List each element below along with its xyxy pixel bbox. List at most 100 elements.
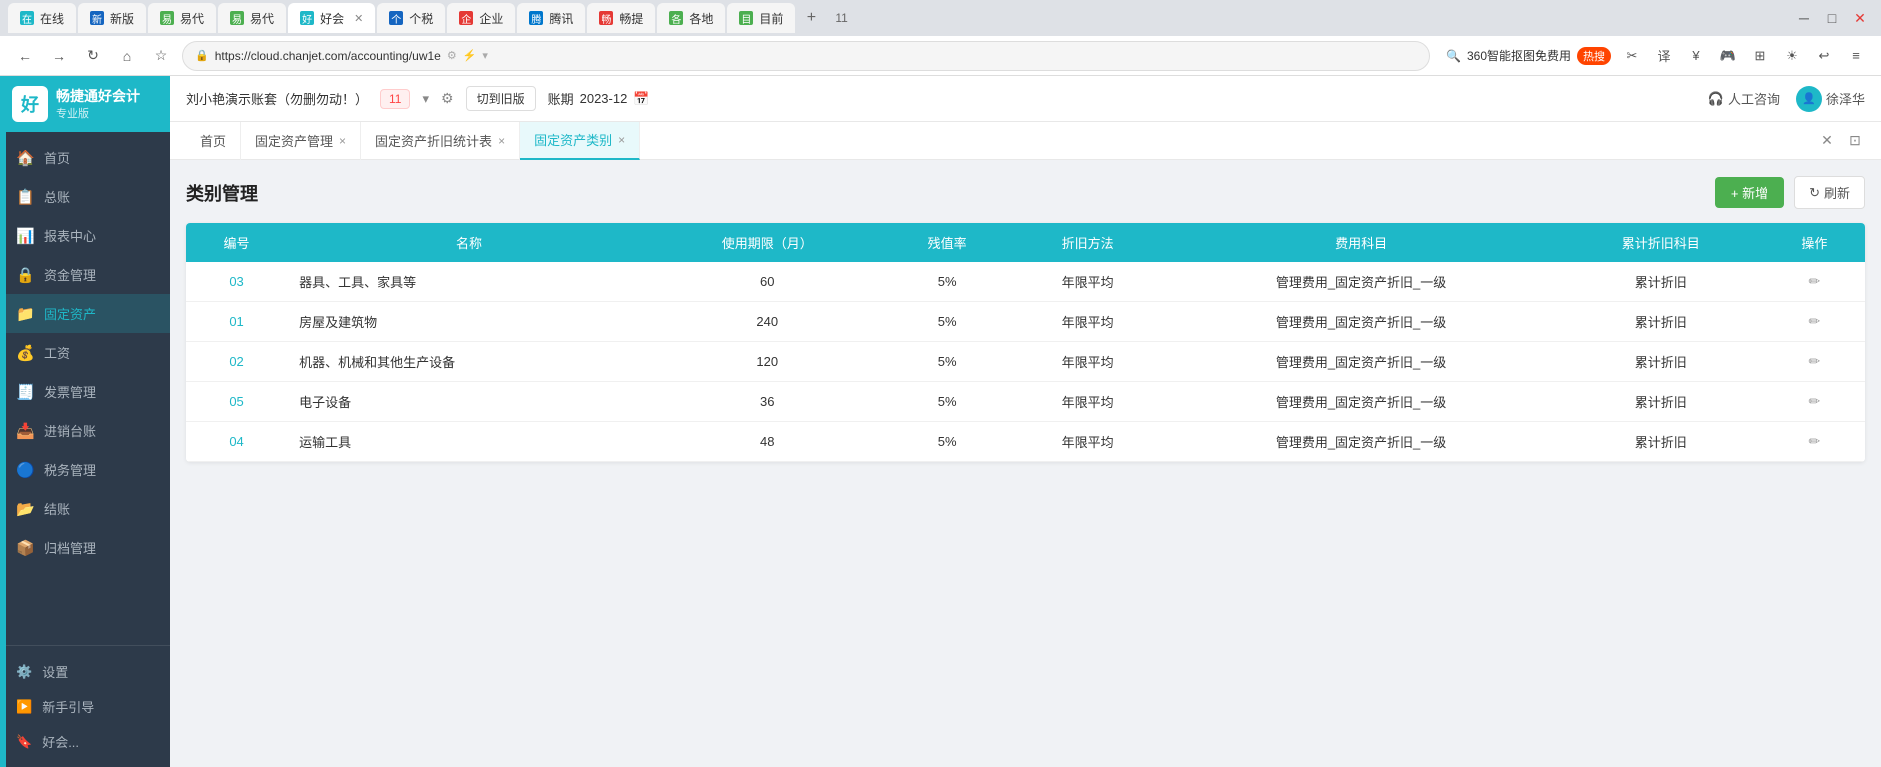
table-row: 04 运输工具 48 5% 年限平均 管理费用_固定资产折旧_一级 累计折旧 ✏ xyxy=(186,422,1865,462)
add-button[interactable]: + 新增 xyxy=(1715,177,1784,208)
browser-tab-9[interactable]: 各 各地 xyxy=(657,3,725,33)
payroll-icon: 💰 xyxy=(16,344,34,362)
brightness-icon[interactable]: ☀ xyxy=(1779,43,1805,69)
sidebar-label-closing: 结账 xyxy=(44,499,70,518)
browser-tab-1[interactable]: 新 新版 xyxy=(78,3,146,33)
app-container: 好 畅捷通好会计 专业版 🏠 首页 📋 总账 📊 报表中心 🔒 资金管理 xyxy=(0,76,1881,767)
sidebar-item-purchase-sales[interactable]: 📥 进销台账 xyxy=(0,411,170,450)
calendar-icon[interactable]: 📅 xyxy=(633,91,649,107)
sidebar-item-guide[interactable]: ▶️ 新手引导 xyxy=(0,689,170,724)
tab-label-0: 在线 xyxy=(40,10,64,27)
content-tab-asset-mgmt[interactable]: 固定资产管理 × xyxy=(241,122,361,160)
edit-button-4[interactable]: ✏ xyxy=(1809,433,1821,449)
cell-actions-2: ✏ xyxy=(1764,342,1865,382)
dropdown-icon[interactable]: ▾ xyxy=(422,91,429,107)
minimize-button[interactable]: ─ xyxy=(1791,5,1817,31)
close-dep-table-tab[interactable]: × xyxy=(498,134,505,148)
sidebar-item-tax[interactable]: 🔵 税务管理 xyxy=(0,450,170,489)
sidebar-item-invoices[interactable]: 🧾 发票管理 xyxy=(0,372,170,411)
user-profile-action[interactable]: 👤 徐泽华 xyxy=(1796,86,1865,112)
browser-tab-7[interactable]: 腾 腾讯 xyxy=(517,3,585,33)
tab-favicon-4: 好 xyxy=(300,11,314,25)
cell-accumulated-2: 累计折旧 xyxy=(1558,342,1764,382)
sidebar: 好 畅捷通好会计 专业版 🏠 首页 📋 总账 📊 报表中心 🔒 资金管理 xyxy=(0,76,170,767)
browser-action-buttons: ✂ 译 ¥ 🎮 ⊞ ☀ ↩ ≡ xyxy=(1619,43,1869,69)
sidebar-item-settings[interactable]: ⚙️ 设置 xyxy=(0,654,170,689)
address-bar[interactable]: 🔒 https://cloud.chanjet.com/accounting/u… xyxy=(182,41,1430,71)
sidebar-item-home[interactable]: 🏠 首页 xyxy=(0,138,170,177)
period-info: 账期 2023-12 📅 xyxy=(548,89,650,108)
browser-tab-2[interactable]: 易 易代 xyxy=(148,3,216,33)
back-button[interactable]: ← xyxy=(12,43,38,69)
sidebar-bottom: ⚙️ 设置 ▶️ 新手引导 🔖 好会... xyxy=(0,645,170,767)
edit-button-3[interactable]: ✏ xyxy=(1809,393,1821,409)
browser-tab-3[interactable]: 易 易代 xyxy=(218,3,286,33)
consult-action[interactable]: 🎧 人工咨询 xyxy=(1708,89,1780,108)
scissors-icon[interactable]: ✂ xyxy=(1619,43,1645,69)
app-header-right: 🎧 人工咨询 👤 徐泽华 xyxy=(1708,86,1865,112)
cell-actions-1: ✏ xyxy=(1764,302,1865,342)
translate-icon[interactable]: 译 xyxy=(1651,43,1677,69)
browser-tab-5[interactable]: 个 个税 xyxy=(377,3,445,33)
tab-label-8: 畅提 xyxy=(619,10,643,27)
close-window-button[interactable]: ✕ xyxy=(1847,5,1873,31)
browser-tab-0[interactable]: 在 在线 xyxy=(8,3,76,33)
games-icon[interactable]: 🎮 xyxy=(1715,43,1741,69)
bookmark-button[interactable]: ☆ xyxy=(148,43,174,69)
maximize-button[interactable]: □ xyxy=(1819,5,1845,31)
menu-icon[interactable]: ≡ xyxy=(1843,43,1869,69)
cell-accumulated-0: 累计折旧 xyxy=(1558,262,1764,302)
tab-label-5: 个税 xyxy=(409,10,433,27)
edit-button-1[interactable]: ✏ xyxy=(1809,313,1821,329)
page-actions: + 新增 ↻ 刷新 xyxy=(1715,176,1865,209)
edit-button-0[interactable]: ✏ xyxy=(1809,273,1821,289)
sidebar-item-closing[interactable]: 📂 结账 xyxy=(0,489,170,528)
expand-panel-button[interactable]: ⊡ xyxy=(1845,131,1865,151)
switch-version-button[interactable]: 切到旧版 xyxy=(466,86,536,111)
close-asset-mgmt-tab[interactable]: × xyxy=(339,134,346,148)
browser-tab-4[interactable]: 好 好会 ✕ xyxy=(288,3,375,33)
history-icon[interactable]: ↩ xyxy=(1811,43,1837,69)
edit-button-2[interactable]: ✏ xyxy=(1809,353,1821,369)
table-row: 01 房屋及建筑物 240 5% 年限平均 管理费用_固定资产折旧_一级 累计折… xyxy=(186,302,1865,342)
reload-button[interactable]: ↻ xyxy=(80,43,106,69)
grid-icon[interactable]: ⊞ xyxy=(1747,43,1773,69)
tab-label-3: 易代 xyxy=(250,10,274,27)
tab-favicon-8: 畅 xyxy=(599,11,613,25)
collapse-panel-button[interactable]: ✕ xyxy=(1817,131,1837,151)
sidebar-item-reports[interactable]: 📊 报表中心 xyxy=(0,216,170,255)
search-area: 🔍 360智能抠图免费用 热搜 xyxy=(1446,47,1611,65)
close-category-tab[interactable]: × xyxy=(618,133,625,147)
cell-residual-3: 5% xyxy=(883,382,1010,422)
refresh-button[interactable]: ↻ 刷新 xyxy=(1794,176,1865,209)
table-row: 03 器具、工具、家具等 60 5% 年限平均 管理费用_固定资产折旧_一级 累… xyxy=(186,262,1865,302)
browser-tab-6[interactable]: 企 企业 xyxy=(447,3,515,33)
content-tab-asset-category[interactable]: 固定资产类别 × xyxy=(520,122,640,160)
sidebar-item-fixed-assets[interactable]: 📁 固定资产 xyxy=(0,294,170,333)
tab-close-4[interactable]: ✕ xyxy=(354,12,363,25)
home-button[interactable]: ⌂ xyxy=(114,43,140,69)
cell-accumulated-1: 累计折旧 xyxy=(1558,302,1764,342)
avatar: 👤 xyxy=(1796,86,1822,112)
page-title: 类别管理 xyxy=(186,180,258,206)
table-body: 03 器具、工具、家具等 60 5% 年限平均 管理费用_固定资产折旧_一级 累… xyxy=(186,262,1865,462)
browser-chrome: 在 在线 新 新版 易 易代 易 易代 好 好会 ✕ 个 个税 企 企业 腾 xyxy=(0,0,1881,76)
sidebar-item-funds[interactable]: 🔒 资金管理 xyxy=(0,255,170,294)
browser-tab-10[interactable]: 目 目前 xyxy=(727,3,795,33)
sidebar-label-invoices: 发票管理 xyxy=(44,382,96,401)
wallet-icon[interactable]: ¥ xyxy=(1683,43,1709,69)
cell-expense-0: 管理费用_固定资产折旧_一级 xyxy=(1165,262,1558,302)
sidebar-item-payroll[interactable]: 💰 工资 xyxy=(0,333,170,372)
sidebar-item-ledger[interactable]: 📋 总账 xyxy=(0,177,170,216)
new-tab-button[interactable]: + xyxy=(797,4,825,32)
sidebar-item-archive[interactable]: 📦 归档管理 xyxy=(0,528,170,567)
content-tab-home[interactable]: 首页 xyxy=(186,122,241,160)
settings-cog-icon[interactable]: ⚙ xyxy=(441,90,454,107)
content-tab-depreciation-table[interactable]: 固定资产折旧统计表 × xyxy=(361,122,520,160)
tab-label-10: 目前 xyxy=(759,10,783,27)
browser-tab-8[interactable]: 畅 畅提 xyxy=(587,3,655,33)
sidebar-item-haohui[interactable]: 🔖 好会... xyxy=(0,724,170,759)
forward-button[interactable]: → xyxy=(46,43,72,69)
address-text: https://cloud.chanjet.com/accounting/uw1… xyxy=(215,49,441,63)
tab-count-badge[interactable]: 11 xyxy=(827,11,855,25)
